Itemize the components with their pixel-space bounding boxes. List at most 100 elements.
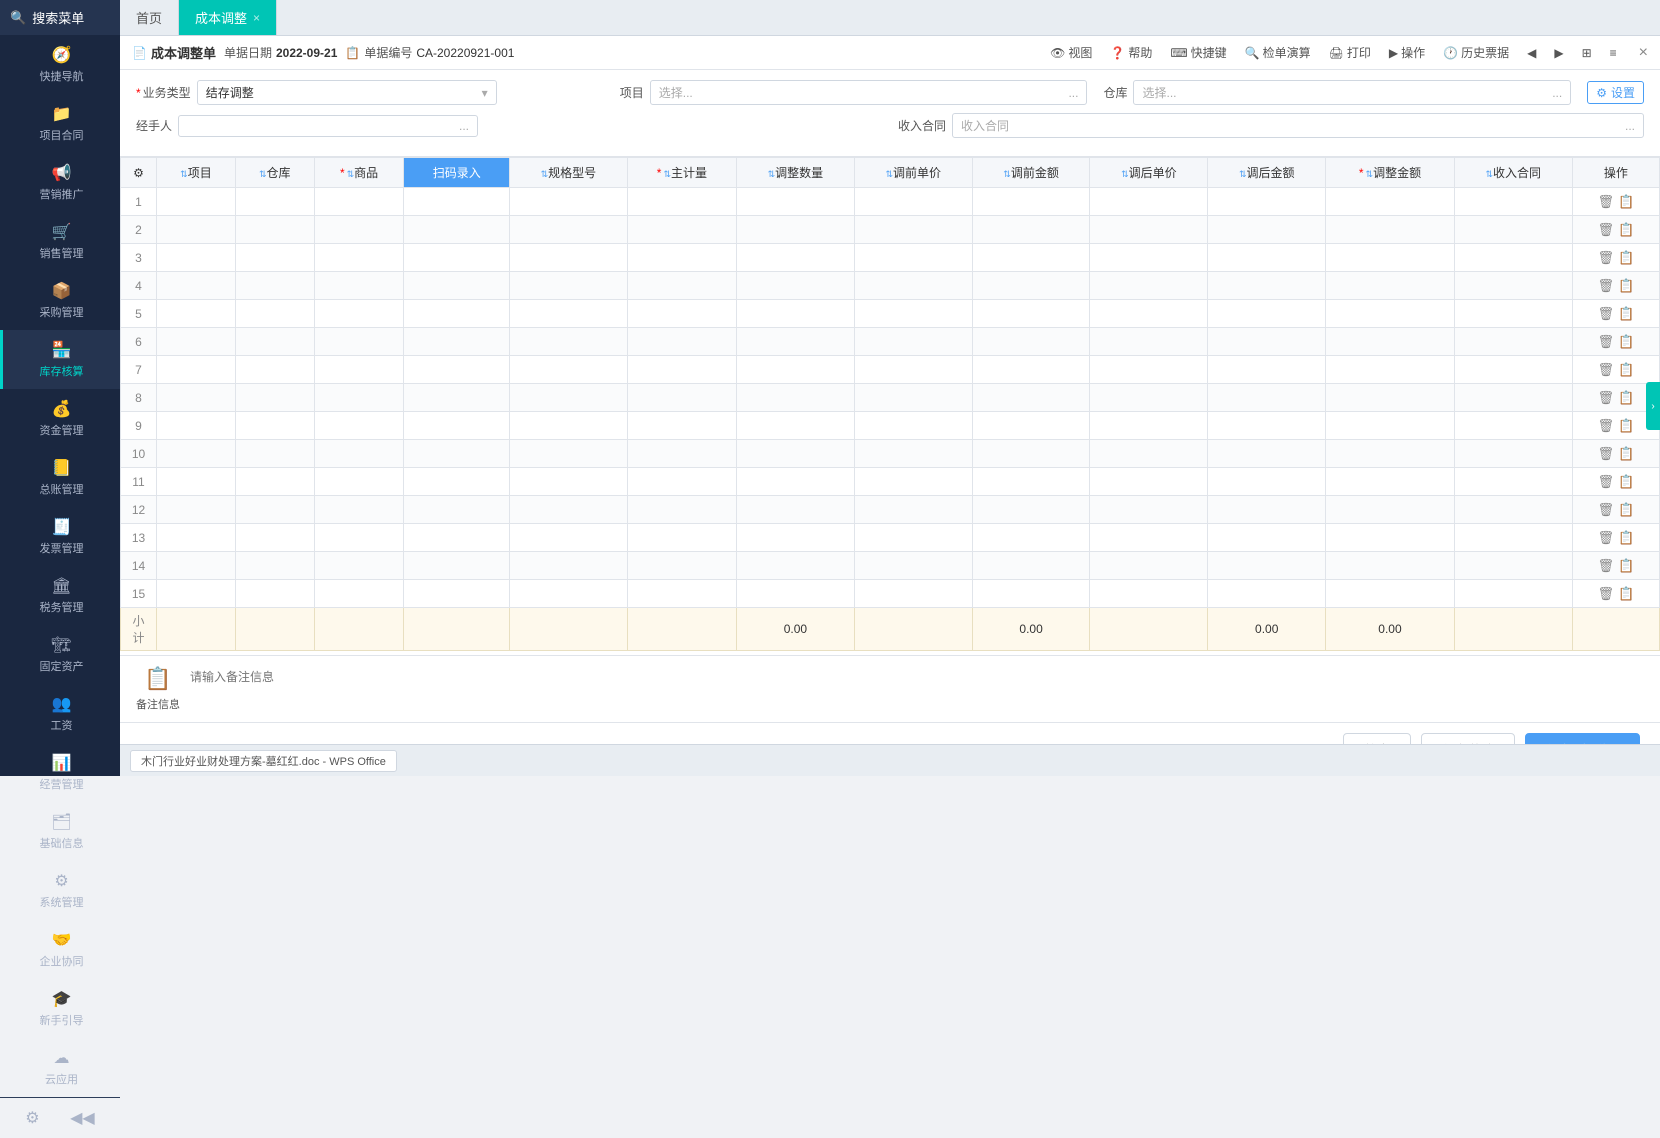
table-row[interactable]: 7🗑📋 xyxy=(121,356,1660,384)
delete-icon[interactable]: 🗑 xyxy=(1597,474,1614,490)
print-btn[interactable]: 🖨 打印 xyxy=(1325,42,1375,63)
col-header-income_contract[interactable]: ⇅收入合同 xyxy=(1454,158,1572,188)
remarks-input[interactable] xyxy=(190,666,1644,696)
copy-icon[interactable]: 📋 xyxy=(1618,446,1634,462)
tab-close-icon[interactable]: × xyxy=(253,11,260,25)
sidebar-item-finance[interactable]: 💰资金管理 xyxy=(0,389,120,448)
income-contract-input[interactable]: 收入合同 ... xyxy=(952,113,1644,138)
delete-icon[interactable]: 🗑 xyxy=(1597,194,1614,210)
delete-icon[interactable]: 🗑 xyxy=(1597,390,1614,406)
tab-home[interactable]: 首页 xyxy=(120,0,179,35)
sidebar-item-assets[interactable]: 🏗固定资产 xyxy=(0,625,120,684)
history-btn[interactable]: 🕐 历史票据 xyxy=(1439,42,1513,63)
sidebar-item-system[interactable]: ⚙系统管理 xyxy=(0,861,120,920)
table-row[interactable]: 10🗑📋 xyxy=(121,440,1660,468)
cell-action[interactable]: 🗑📋 xyxy=(1572,300,1659,328)
warehouse-input[interactable]: 选择... ... xyxy=(1133,80,1571,105)
table-row[interactable]: 4🗑📋 xyxy=(121,272,1660,300)
col-header-project[interactable]: ⇅项目 xyxy=(157,158,236,188)
delete-icon[interactable]: 🗑 xyxy=(1597,418,1614,434)
col-header-before_amount[interactable]: ⇅调前金额 xyxy=(972,158,1090,188)
sidebar-item-project-contract[interactable]: 📁项目合同 xyxy=(0,94,120,153)
table-row[interactable]: 3🗑📋 xyxy=(121,244,1660,272)
col-header-adjust_qty[interactable]: ⇅调整数量 xyxy=(737,158,855,188)
sidebar-item-invoice[interactable]: 🧾发票管理 xyxy=(0,507,120,566)
col-header-spec[interactable]: ⇅规格型号 xyxy=(509,158,627,188)
delete-icon[interactable]: 🗑 xyxy=(1597,558,1614,574)
sidebar-item-payroll[interactable]: 👥工资 xyxy=(0,684,120,743)
delete-icon[interactable]: 🗑 xyxy=(1597,306,1614,322)
col-header-adjust_amount[interactable]: *⇅调整金额 xyxy=(1326,158,1455,188)
next-btn[interactable]: ▶ xyxy=(1550,44,1567,62)
copy-icon[interactable]: 📋 xyxy=(1618,390,1634,406)
copy-icon[interactable]: 📋 xyxy=(1618,194,1634,210)
col-header-before_price[interactable]: ⇅调前单价 xyxy=(854,158,972,188)
table-row[interactable]: 11🗑📋 xyxy=(121,468,1660,496)
sidebar-item-marketing[interactable]: 📢营销推广 xyxy=(0,153,120,212)
settings-btn[interactable]: ⚙ 设置 xyxy=(1587,81,1644,104)
copy-icon[interactable]: 📋 xyxy=(1618,362,1634,378)
date-value[interactable]: 2022-09-21 xyxy=(276,46,337,60)
grid-view-btn[interactable]: ⊞ xyxy=(1578,44,1596,62)
sidebar-item-collab[interactable]: 🤝企业协同 xyxy=(0,920,120,979)
col-header-scan[interactable]: 扫码录入 xyxy=(404,158,510,188)
settings-footer-icon[interactable]: ⚙ xyxy=(25,1108,39,1128)
sidebar-item-quick-nav[interactable]: 🧭快捷导航 xyxy=(0,35,120,94)
collapse-footer-icon[interactable]: ◀◀ xyxy=(70,1108,95,1128)
sidebar-item-base[interactable]: 🗂基础信息 xyxy=(0,802,120,861)
table-row[interactable]: 6🗑📋 xyxy=(121,328,1660,356)
delete-icon[interactable]: 🗑 xyxy=(1597,586,1614,602)
cell-action[interactable]: 🗑📋 xyxy=(1572,216,1659,244)
col-header-action[interactable]: 操作 xyxy=(1572,158,1659,188)
taskbar-item[interactable]: 木门行业好业财处理方案-墓红红.doc - WPS Office xyxy=(130,750,397,772)
tab-cost-adjust[interactable]: 成本调整 × xyxy=(179,0,277,35)
delete-icon[interactable]: 🗑 xyxy=(1597,250,1614,266)
prev-btn[interactable]: ◀ xyxy=(1523,44,1540,62)
table-row[interactable]: 13🗑📋 xyxy=(121,524,1660,552)
delete-icon[interactable]: 🗑 xyxy=(1597,502,1614,518)
col-header-warehouse[interactable]: ⇅仓库 xyxy=(235,158,314,188)
sidebar-item-purchase[interactable]: 📦采购管理 xyxy=(0,271,120,330)
sidebar-search[interactable]: 🔍 搜索菜单 xyxy=(0,0,120,35)
copy-icon[interactable]: 📋 xyxy=(1618,418,1634,434)
col-header-after_amount[interactable]: ⇅调后金额 xyxy=(1208,158,1326,188)
sidebar-item-ops[interactable]: 📊经营管理 xyxy=(0,743,120,802)
table-row[interactable]: 15🗑📋 xyxy=(121,580,1660,608)
delete-icon[interactable]: 🗑 xyxy=(1597,446,1614,462)
copy-icon[interactable]: 📋 xyxy=(1618,586,1634,602)
copy-icon[interactable]: 📋 xyxy=(1618,278,1634,294)
col-header-unit[interactable]: *⇅主计量 xyxy=(627,158,736,188)
table-row[interactable]: 5🗑📋 xyxy=(121,300,1660,328)
doc-close-btn[interactable]: × xyxy=(1639,44,1648,62)
copy-icon[interactable]: 📋 xyxy=(1618,334,1634,350)
copy-icon[interactable]: 📋 xyxy=(1618,250,1634,266)
sidebar-item-guide[interactable]: 🎓新手引导 xyxy=(0,979,120,1038)
cell-action[interactable]: 🗑📋 xyxy=(1572,272,1659,300)
copy-icon[interactable]: 📋 xyxy=(1618,222,1634,238)
copy-icon[interactable]: 📋 xyxy=(1618,530,1634,546)
delete-icon[interactable]: 🗑 xyxy=(1597,530,1614,546)
cell-action[interactable]: 🗑📋 xyxy=(1572,356,1659,384)
table-row[interactable]: 9🗑📋 xyxy=(121,412,1660,440)
delete-icon[interactable]: 🗑 xyxy=(1597,278,1614,294)
cell-action[interactable]: 🗑📋 xyxy=(1572,188,1659,216)
cell-action[interactable]: 🗑📋 xyxy=(1572,328,1659,356)
delete-icon[interactable]: 🗑 xyxy=(1597,222,1614,238)
sidebar-item-sales[interactable]: 🛒销售管理 xyxy=(0,212,120,271)
copy-icon[interactable]: 📋 xyxy=(1618,558,1634,574)
table-row[interactable]: 14🗑📋 xyxy=(121,552,1660,580)
table-row[interactable]: 12🗑📋 xyxy=(121,496,1660,524)
view-btn[interactable]: 👁 视图 xyxy=(1046,42,1096,63)
cell-action[interactable]: 🗑📋 xyxy=(1572,552,1659,580)
sidebar-item-inventory[interactable]: 🏪库存核算 xyxy=(0,330,120,389)
cell-action[interactable]: 🗑📋 xyxy=(1572,580,1659,608)
shortcut-btn[interactable]: ⌨ 快捷键 xyxy=(1166,42,1230,63)
agent-input[interactable]: ... xyxy=(178,115,478,137)
col-header-after_price[interactable]: ⇅调后单价 xyxy=(1090,158,1208,188)
table-row[interactable]: 8🗑📋 xyxy=(121,384,1660,412)
sidebar-item-cloud[interactable]: ☁云应用 xyxy=(0,1038,120,1097)
table-row[interactable]: 2🗑📋 xyxy=(121,216,1660,244)
col-header-product[interactable]: *⇅商品 xyxy=(314,158,404,188)
col-header-gear[interactable]: ⚙ xyxy=(121,158,157,188)
help-btn[interactable]: ❓ 帮助 xyxy=(1106,42,1156,63)
